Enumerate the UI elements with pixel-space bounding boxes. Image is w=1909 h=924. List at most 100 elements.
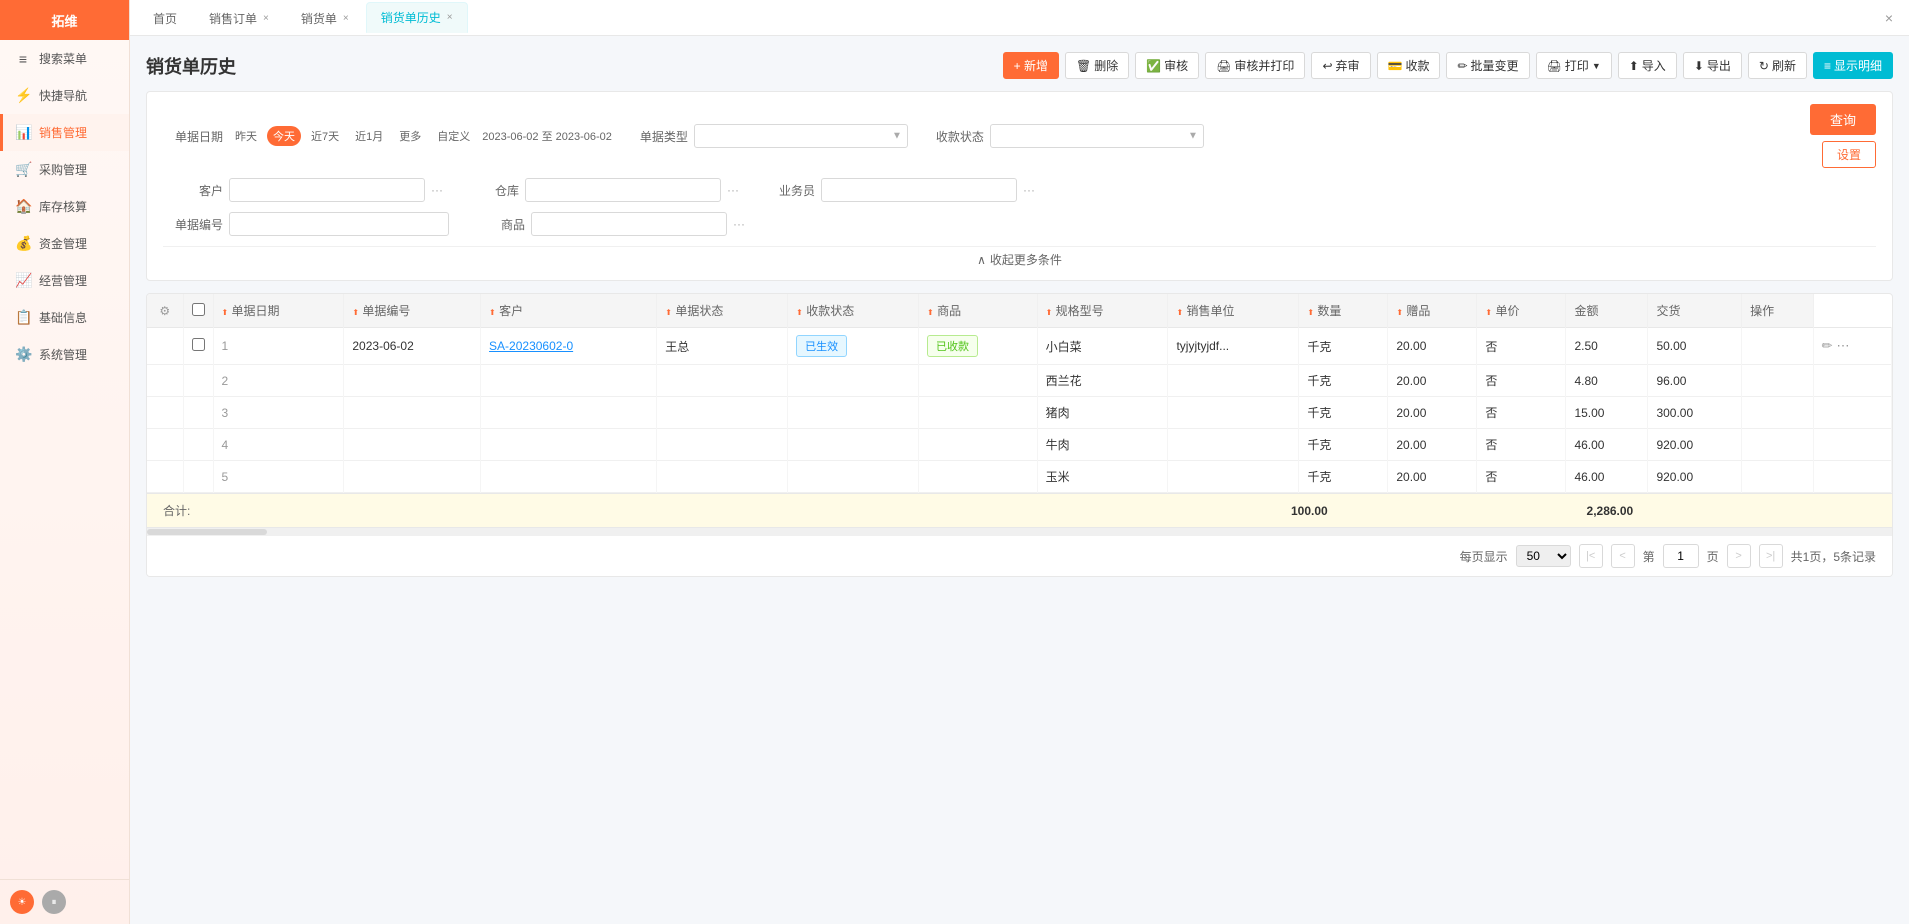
- row-doc-num[interactable]: [481, 429, 657, 461]
- horizontal-scrollbar[interactable]: [147, 527, 1892, 535]
- page-header: 销货单历史 + 新增 🗑 删除 ✅ 审核 🖨 审核并打印 ↩ 弃审: [146, 52, 1893, 79]
- table-settings-col[interactable]: ⚙: [147, 294, 183, 328]
- tab-sales-goods[interactable]: 销货单 ×: [286, 3, 364, 33]
- audit-print-button[interactable]: 🖨 审核并打印: [1205, 52, 1305, 79]
- doc-type-select-wrapper: ▼: [694, 124, 908, 148]
- scroll-thumb[interactable]: [147, 529, 267, 535]
- select-all-checkbox[interactable]: [192, 303, 205, 316]
- audit-button[interactable]: ✅ 审核: [1135, 52, 1199, 79]
- sidebar-item-operations[interactable]: 📈 经营管理: [0, 262, 129, 299]
- row-collect-status: [919, 365, 1038, 397]
- date-tag-today[interactable]: 今天: [267, 126, 301, 146]
- doc-num-input[interactable]: [229, 212, 449, 236]
- query-button[interactable]: 查询: [1810, 104, 1876, 135]
- import-button[interactable]: ⬆ 导入: [1618, 52, 1677, 79]
- row-doc-num[interactable]: SA-20230602-0: [481, 328, 657, 365]
- page-number-input[interactable]: [1663, 544, 1699, 568]
- row-gear-cell: [147, 429, 183, 461]
- date-tag-custom[interactable]: 自定义: [431, 126, 476, 146]
- display-button[interactable]: ≡ 显示明细: [1813, 52, 1893, 79]
- new-button[interactable]: + 新增: [1003, 52, 1059, 79]
- sidebar-item-basic-info[interactable]: 📋 基础信息: [0, 299, 129, 336]
- warehouse-dots-icon[interactable]: ···: [727, 183, 739, 197]
- date-tag-1month[interactable]: 近1月: [349, 126, 389, 146]
- customer-dots-icon[interactable]: ···: [431, 183, 443, 197]
- col-doc-status[interactable]: ⬆ 单据状态: [657, 294, 788, 328]
- print-button[interactable]: 🖨 打印 ▼: [1536, 52, 1612, 79]
- staff-input[interactable]: [821, 178, 1017, 202]
- sidebar-item-label: 经营管理: [39, 272, 87, 289]
- setup-button[interactable]: 设置: [1822, 141, 1876, 168]
- col-doc-date[interactable]: ⬆ 单据日期: [213, 294, 344, 328]
- row-qty: 20.00: [1388, 461, 1477, 493]
- col-goods[interactable]: ⬆ 商品: [919, 294, 1038, 328]
- sort-icon: ⬆: [1485, 308, 1492, 317]
- sidebar-bottom-btn1[interactable]: ☀: [10, 890, 34, 914]
- edit-icon[interactable]: ✏: [1822, 338, 1833, 354]
- date-tag-7days[interactable]: 近7天: [305, 126, 345, 146]
- purchase-icon: 🛒: [15, 161, 31, 178]
- sidebar-item-system[interactable]: ⚙️ 系统管理: [0, 336, 129, 373]
- delete-button[interactable]: 🗑 删除: [1065, 52, 1129, 79]
- col-gift[interactable]: ⬆ 赠品: [1388, 294, 1477, 328]
- sort-icon: ⬆: [1307, 308, 1314, 317]
- window-close-button[interactable]: ×: [1877, 6, 1901, 30]
- filter-row-2: 客户 ··· 仓库 ··· 业务员 ···: [163, 178, 1876, 202]
- refresh-button[interactable]: ↻ 刷新: [1748, 52, 1807, 79]
- row-doc-status: [788, 397, 919, 429]
- col-collect-status[interactable]: ⬆ 收款状态: [788, 294, 919, 328]
- tab-close-sales-history[interactable]: ×: [447, 12, 453, 23]
- batch-change-button[interactable]: ✏ 批量变更: [1446, 52, 1529, 79]
- col-doc-num[interactable]: ⬆ 单据编号: [344, 294, 481, 328]
- prev-page-button[interactable]: <: [1611, 544, 1635, 568]
- row-goods: 西兰花: [1037, 365, 1168, 397]
- row-action-cell: [1813, 429, 1891, 461]
- next-page-button[interactable]: >: [1727, 544, 1751, 568]
- more-action-icon[interactable]: ⋯: [1836, 338, 1849, 354]
- collect-button[interactable]: 💳 收款: [1377, 52, 1441, 79]
- system-icon: ⚙️: [15, 346, 31, 363]
- tab-close-sales-goods[interactable]: ×: [343, 13, 349, 24]
- sidebar-item-search-menu[interactable]: ≡ 搜索菜单: [0, 40, 129, 77]
- collapse-button[interactable]: ∧ 收起更多条件: [163, 246, 1876, 268]
- tab-close-sales-order[interactable]: ×: [263, 13, 269, 24]
- row-action-cell: [1813, 397, 1891, 429]
- date-tag-yesterday[interactable]: 昨天: [229, 126, 263, 146]
- customer-label: 客户: [163, 182, 223, 199]
- footer-label: 合计:: [163, 502, 190, 519]
- doc-num-link[interactable]: SA-20230602-0: [489, 339, 573, 353]
- sidebar-item-inventory[interactable]: 🏠 库存核算: [0, 188, 129, 225]
- col-unit[interactable]: ⬆ 销售单位: [1168, 294, 1299, 328]
- table-checkbox-col: [183, 294, 213, 328]
- first-page-button[interactable]: |<: [1579, 544, 1603, 568]
- col-customer[interactable]: ⬆ 客户: [481, 294, 657, 328]
- tab-sales-history[interactable]: 销货单历史 ×: [366, 2, 468, 33]
- per-page-select[interactable]: 50 20 100 200: [1516, 545, 1571, 567]
- staff-dots-icon[interactable]: ···: [1023, 183, 1035, 197]
- col-price[interactable]: ⬆ 单价: [1477, 294, 1566, 328]
- export-button[interactable]: ⬇ 导出: [1683, 52, 1742, 79]
- sidebar-item-finance[interactable]: 💰 资金管理: [0, 225, 129, 262]
- goods-input[interactable]: [531, 212, 727, 236]
- abandon-button[interactable]: ↩ 弃审: [1311, 52, 1370, 79]
- customer-input[interactable]: [229, 178, 425, 202]
- goods-dots-icon[interactable]: ···: [733, 217, 745, 231]
- collect-status-select[interactable]: [990, 124, 1204, 148]
- date-tag-more[interactable]: 更多: [393, 126, 427, 146]
- row-doc-num[interactable]: [481, 461, 657, 493]
- sidebar-bottom-btn2[interactable]: ⏸: [42, 890, 66, 914]
- row-checkbox[interactable]: [192, 338, 205, 351]
- tab-home[interactable]: 首页: [138, 3, 192, 33]
- col-qty[interactable]: ⬆ 数量: [1299, 294, 1388, 328]
- row-doc-num[interactable]: [481, 397, 657, 429]
- table-gear-icon[interactable]: ⚙: [159, 304, 170, 318]
- col-spec[interactable]: ⬆ 规格型号: [1037, 294, 1168, 328]
- doc-type-select[interactable]: [694, 124, 908, 148]
- sidebar-item-purchase-mgmt[interactable]: 🛒 采购管理: [0, 151, 129, 188]
- row-doc-num[interactable]: [481, 365, 657, 397]
- tab-sales-order[interactable]: 销售订单 ×: [194, 3, 284, 33]
- sidebar-item-quick-nav[interactable]: ⚡ 快捷导航: [0, 77, 129, 114]
- sidebar-item-sales-mgmt[interactable]: 📊 销售管理: [0, 114, 129, 151]
- warehouse-input[interactable]: [525, 178, 721, 202]
- last-page-button[interactable]: >|: [1759, 544, 1783, 568]
